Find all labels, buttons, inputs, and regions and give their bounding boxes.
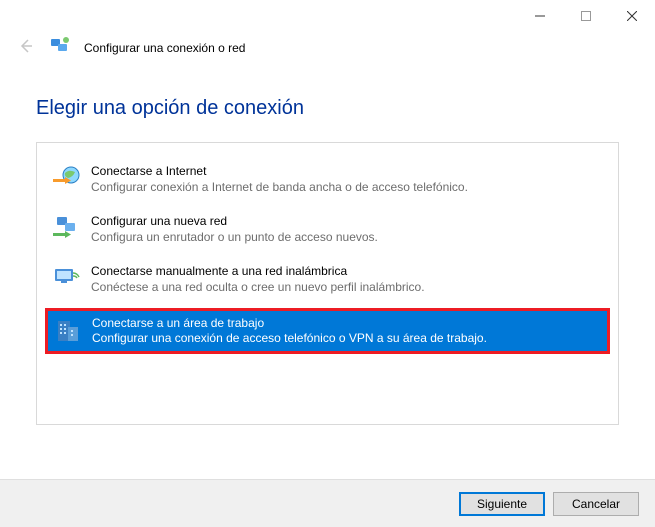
building-icon	[52, 315, 84, 347]
option-desc: Configura un enrutador o un punto de acc…	[91, 230, 378, 246]
window-titlebar	[0, 0, 655, 32]
back-arrow-icon	[16, 36, 36, 59]
option-title: Conectarse a un área de trabajo	[92, 316, 487, 332]
maximize-button	[563, 0, 609, 32]
option-text: Configurar una nueva red Configura un en…	[91, 213, 378, 245]
option-desc: Configurar conexión a Internet de banda …	[91, 180, 468, 196]
option-manual-wifi[interactable]: Conectarse manualmente a una red inalámb…	[45, 257, 610, 301]
option-text: Conectarse a un área de trabajo Configur…	[92, 315, 487, 347]
option-new-network[interactable]: Configurar una nueva red Configura un en…	[45, 207, 610, 251]
router-icon	[51, 213, 83, 245]
next-button[interactable]: Siguiente	[459, 492, 545, 516]
option-title: Configurar una nueva red	[91, 214, 378, 230]
content-area: Elegir una opción de conexión Conectarse…	[0, 67, 655, 425]
option-desc: Configurar una conexión de acceso telefó…	[92, 331, 487, 347]
minimize-button[interactable]	[517, 0, 563, 32]
monitor-wifi-icon	[51, 263, 83, 295]
option-connect-internet[interactable]: Conectarse a Internet Configurar conexió…	[45, 157, 610, 201]
option-title: Conectarse manualmente a una red inalámb…	[91, 264, 425, 280]
cancel-button[interactable]: Cancelar	[553, 492, 639, 516]
options-list: Conectarse a Internet Configurar conexió…	[36, 142, 619, 425]
option-title: Conectarse a Internet	[91, 164, 468, 180]
wizard-footer: Siguiente Cancelar	[0, 479, 655, 527]
page-heading: Elegir una opción de conexión	[36, 97, 619, 120]
option-text: Conectarse a Internet Configurar conexió…	[91, 163, 468, 195]
close-button[interactable]	[609, 0, 655, 32]
window-title: Configurar una conexión o red	[84, 41, 245, 55]
highlight-box: Conectarse a un área de trabajo Configur…	[45, 308, 610, 354]
network-wizard-icon	[50, 36, 70, 59]
option-desc: Conéctese a una red oculta o cree un nue…	[91, 280, 425, 296]
wizard-header: Configurar una conexión o red	[0, 32, 655, 67]
globe-icon	[51, 163, 83, 195]
option-workplace[interactable]: Conectarse a un área de trabajo Configur…	[48, 311, 607, 351]
option-text: Conectarse manualmente a una red inalámb…	[91, 263, 425, 295]
